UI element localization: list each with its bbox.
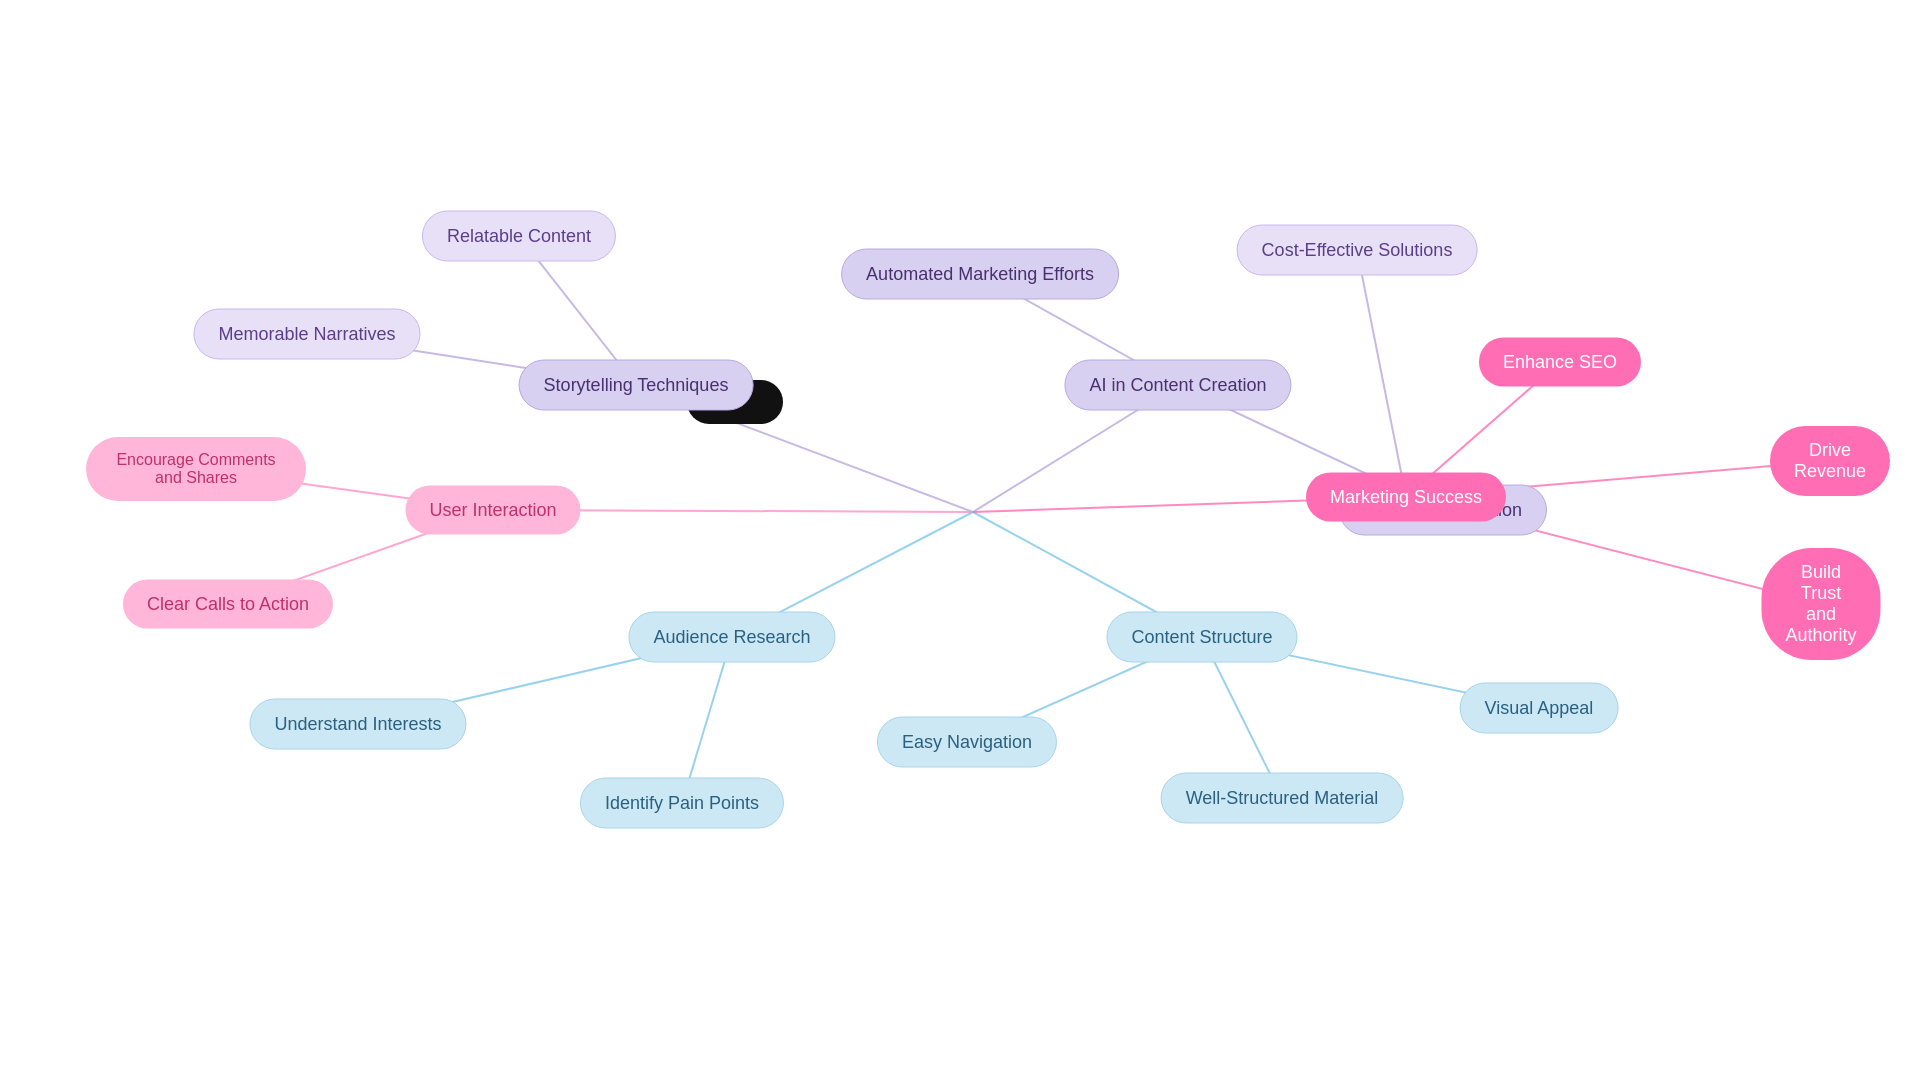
relatable-node[interactable]: Relatable Content xyxy=(422,211,616,262)
automated-node[interactable]: Automated Marketing Efforts xyxy=(841,249,1119,300)
understand-node[interactable]: Understand Interests xyxy=(249,699,466,750)
drive-revenue-node[interactable]: Drive Revenue xyxy=(1770,426,1890,496)
visual-appeal-node[interactable]: Visual Appeal xyxy=(1460,683,1619,734)
enhance-seo-node[interactable]: Enhance SEO xyxy=(1479,338,1641,387)
user-interaction-node[interactable]: User Interaction xyxy=(405,486,580,535)
ai-content-node[interactable]: AI in Content Creation xyxy=(1064,360,1291,411)
marketing-node[interactable]: Marketing Success xyxy=(1306,473,1506,522)
well-structured-node[interactable]: Well-Structured Material xyxy=(1161,773,1404,824)
content-structure-node[interactable]: Content Structure xyxy=(1106,612,1297,663)
encourage-node[interactable]: Encourage Comments and Shares xyxy=(86,437,306,501)
easy-nav-node[interactable]: Easy Navigation xyxy=(877,717,1057,768)
build-trust-node[interactable]: Build Trust and Authority xyxy=(1761,548,1880,660)
storytelling-node[interactable]: Storytelling Techniques xyxy=(519,360,754,411)
cost-effective-node[interactable]: Cost-Effective Solutions xyxy=(1237,225,1478,276)
clear-calls-node[interactable]: Clear Calls to Action xyxy=(123,580,333,629)
identify-node[interactable]: Identify Pain Points xyxy=(580,778,784,829)
memorable-node[interactable]: Memorable Narratives xyxy=(193,309,420,360)
audience-node[interactable]: Audience Research xyxy=(628,612,835,663)
